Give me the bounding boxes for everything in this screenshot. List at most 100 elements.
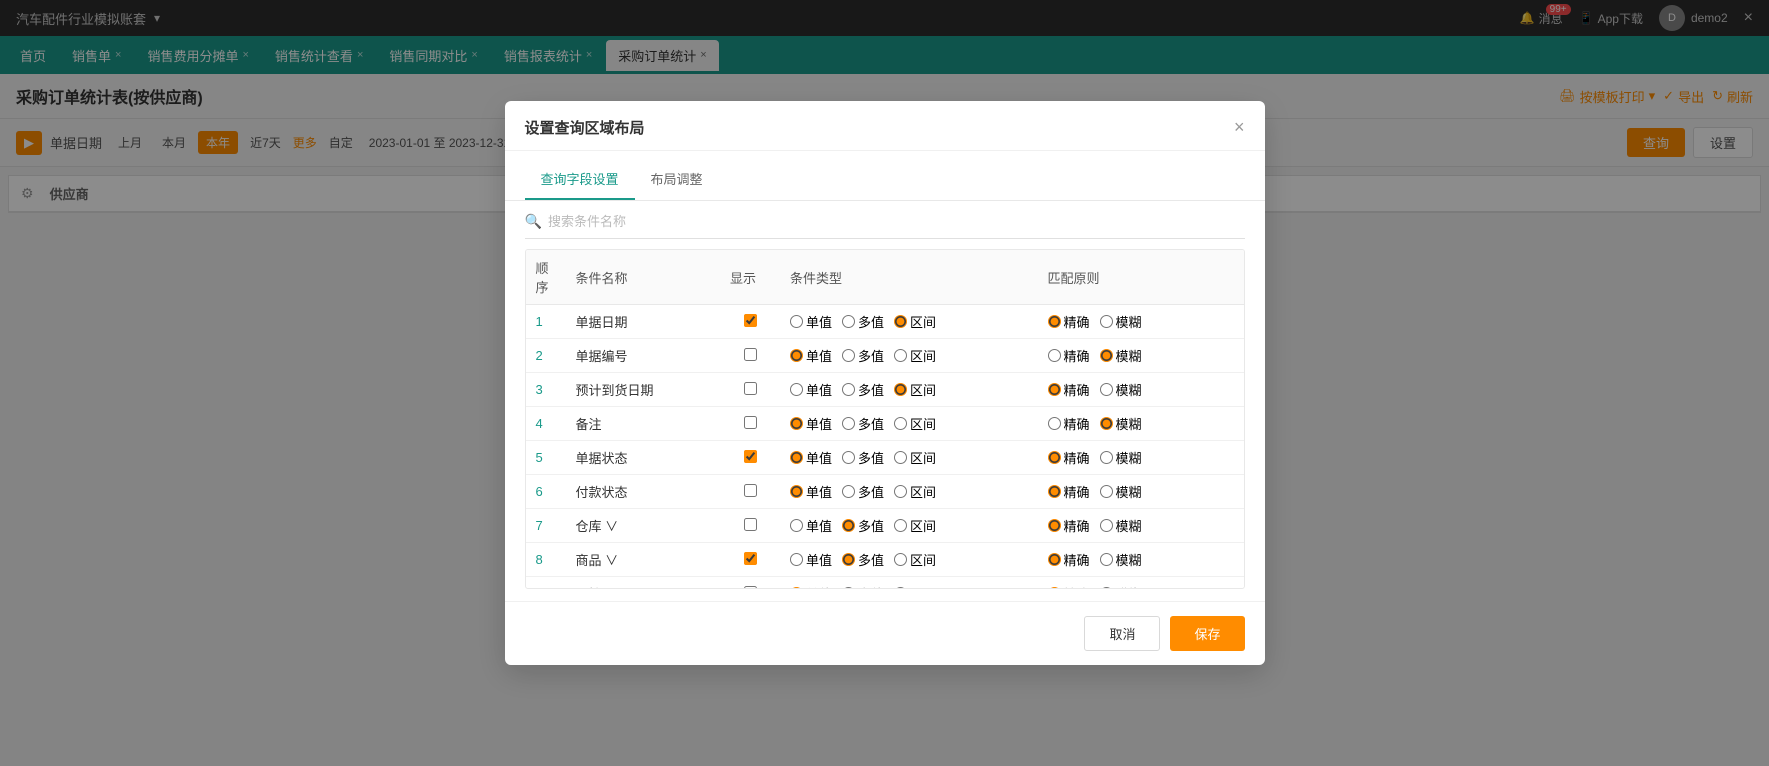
search-icon: 🔍 — [525, 213, 542, 230]
show-checkbox[interactable] — [744, 416, 757, 429]
cell-seq: 2 — [526, 339, 566, 373]
show-checkbox[interactable] — [744, 586, 757, 590]
conditions-tbody: 1单据日期单值多值区间精确模糊2单据编号单值多值区间精确模糊3预计到货日期单值多… — [526, 305, 1244, 590]
match-radio-item[interactable]: 模糊 — [1100, 414, 1142, 433]
type-radio-item[interactable]: 单值 — [790, 448, 832, 467]
cell-type: 单值多值区间 — [780, 509, 1038, 543]
match-radio-item[interactable]: 精确 — [1048, 380, 1090, 399]
type-radio-item[interactable]: 多值 — [842, 482, 884, 501]
type-radio-item[interactable]: 区间 — [894, 312, 936, 331]
table-row: 1单据日期 单值多值区间 精确模糊 — [526, 305, 1244, 339]
save-button[interactable]: 保存 — [1170, 616, 1244, 651]
cell-seq: 1 — [526, 305, 566, 339]
col-match: 匹配原则 — [1038, 250, 1244, 305]
type-radio-item[interactable]: 区间 — [894, 516, 936, 535]
cell-match: 精确模糊 — [1038, 373, 1244, 407]
show-checkbox[interactable] — [744, 484, 757, 497]
tab-query-field[interactable]: 查询字段设置 — [525, 163, 635, 200]
cell-type: 单值多值区间 — [780, 543, 1038, 577]
search-bar: 🔍 — [525, 213, 1245, 239]
cell-name: 仓库 ∨ — [566, 509, 721, 543]
cell-name: 商品 ∨ — [566, 543, 721, 577]
dialog-footer: 取消 保存 — [505, 601, 1265, 665]
type-radio-item[interactable]: 单值 — [790, 516, 832, 535]
type-radio-item[interactable]: 区间 — [894, 448, 936, 467]
type-radio-item[interactable]: 多值 — [842, 380, 884, 399]
match-radio-item[interactable]: 模糊 — [1100, 346, 1142, 365]
show-checkbox[interactable] — [744, 348, 757, 361]
tab-layout-adjust[interactable]: 布局调整 — [635, 163, 719, 200]
table-row: 9属性 ∨单值多值区间精确模糊 — [526, 577, 1244, 590]
cell-show[interactable] — [720, 441, 780, 475]
cell-show[interactable] — [720, 577, 780, 590]
cell-show[interactable] — [720, 543, 780, 577]
type-radio-item[interactable]: 区间 — [894, 380, 936, 399]
dialog-close-btn[interactable]: × — [1234, 117, 1245, 138]
show-checkbox[interactable] — [744, 450, 757, 463]
cell-match: 精确模糊 — [1038, 407, 1244, 441]
table-row: 4备注单值多值区间精确模糊 — [526, 407, 1244, 441]
match-radio-item[interactable]: 精确 — [1048, 448, 1090, 467]
cell-seq: 3 — [526, 373, 566, 407]
table-row: 3预计到货日期单值多值区间精确模糊 — [526, 373, 1244, 407]
type-radio-item[interactable]: 单值 — [790, 380, 832, 399]
type-radio-item[interactable]: 多值 — [842, 448, 884, 467]
cell-name: 备注 — [566, 407, 721, 441]
cell-show[interactable] — [720, 509, 780, 543]
search-input[interactable] — [548, 214, 1245, 229]
type-radio-item[interactable]: 多值 — [842, 414, 884, 433]
type-radio-item[interactable]: 单值 — [790, 312, 832, 331]
cell-show[interactable] — [720, 339, 780, 373]
dialog-title: 设置查询区域布局 — [525, 117, 645, 138]
cell-seq: 5 — [526, 441, 566, 475]
cancel-button[interactable]: 取消 — [1084, 616, 1160, 651]
match-radio-item[interactable]: 精确 — [1048, 482, 1090, 501]
type-radio-item[interactable]: 单值 — [790, 584, 832, 589]
dialog-body: 🔍 顺序 条件名称 显示 条件类型 匹配原则 — [505, 201, 1265, 601]
type-radio-item[interactable]: 多值 — [842, 516, 884, 535]
table-row: 6付款状态单值多值区间精确模糊 — [526, 475, 1244, 509]
cell-seq: 9 — [526, 577, 566, 590]
type-radio-item[interactable]: 区间 — [894, 482, 936, 501]
type-radio-item[interactable]: 多值 — [842, 584, 884, 589]
cell-name: 单据日期 — [566, 305, 721, 339]
match-radio-item[interactable]: 精确 — [1048, 346, 1090, 365]
show-checkbox[interactable] — [744, 552, 757, 565]
match-radio-item[interactable]: 精确 — [1048, 312, 1090, 331]
type-radio-item[interactable]: 区间 — [894, 584, 936, 589]
type-radio-item[interactable]: 单值 — [790, 346, 832, 365]
match-radio-item[interactable]: 模糊 — [1100, 550, 1142, 569]
type-radio-item[interactable]: 单值 — [790, 414, 832, 433]
cell-show[interactable] — [720, 305, 780, 339]
type-radio-item[interactable]: 单值 — [790, 482, 832, 501]
type-radio-item[interactable]: 多值 — [842, 312, 884, 331]
show-checkbox[interactable] — [744, 314, 757, 327]
cell-show[interactable] — [720, 373, 780, 407]
match-radio-item[interactable]: 模糊 — [1100, 448, 1142, 467]
show-checkbox[interactable] — [744, 518, 757, 531]
match-radio-item[interactable]: 精确 — [1048, 414, 1090, 433]
type-radio-item[interactable]: 区间 — [894, 550, 936, 569]
match-radio-item[interactable]: 模糊 — [1100, 584, 1142, 589]
match-radio-item[interactable]: 模糊 — [1100, 516, 1142, 535]
col-type: 条件类型 — [780, 250, 1038, 305]
conditions-table-wrap: 顺序 条件名称 显示 条件类型 匹配原则 1单据日期单值多值区间精确模糊2单据编… — [525, 249, 1245, 589]
type-radio-item[interactable]: 多值 — [842, 550, 884, 569]
cell-name: 付款状态 — [566, 475, 721, 509]
match-radio-item[interactable]: 精确 — [1048, 516, 1090, 535]
table-row: 8商品 ∨单值多值区间精确模糊 — [526, 543, 1244, 577]
type-radio-item[interactable]: 多值 — [842, 346, 884, 365]
cell-show[interactable] — [720, 475, 780, 509]
show-checkbox[interactable] — [744, 382, 757, 395]
match-radio-item[interactable]: 精确 — [1048, 584, 1090, 589]
type-radio-item[interactable]: 区间 — [894, 346, 936, 365]
dialog-tabs: 查询字段设置 布局调整 — [505, 151, 1265, 201]
table-row: 5单据状态单值多值区间精确模糊 — [526, 441, 1244, 475]
match-radio-item[interactable]: 模糊 — [1100, 380, 1142, 399]
match-radio-item[interactable]: 精确 — [1048, 550, 1090, 569]
match-radio-item[interactable]: 模糊 — [1100, 482, 1142, 501]
match-radio-item[interactable]: 模糊 — [1100, 312, 1142, 331]
cell-show[interactable] — [720, 407, 780, 441]
type-radio-item[interactable]: 区间 — [894, 414, 936, 433]
type-radio-item[interactable]: 单值 — [790, 550, 832, 569]
